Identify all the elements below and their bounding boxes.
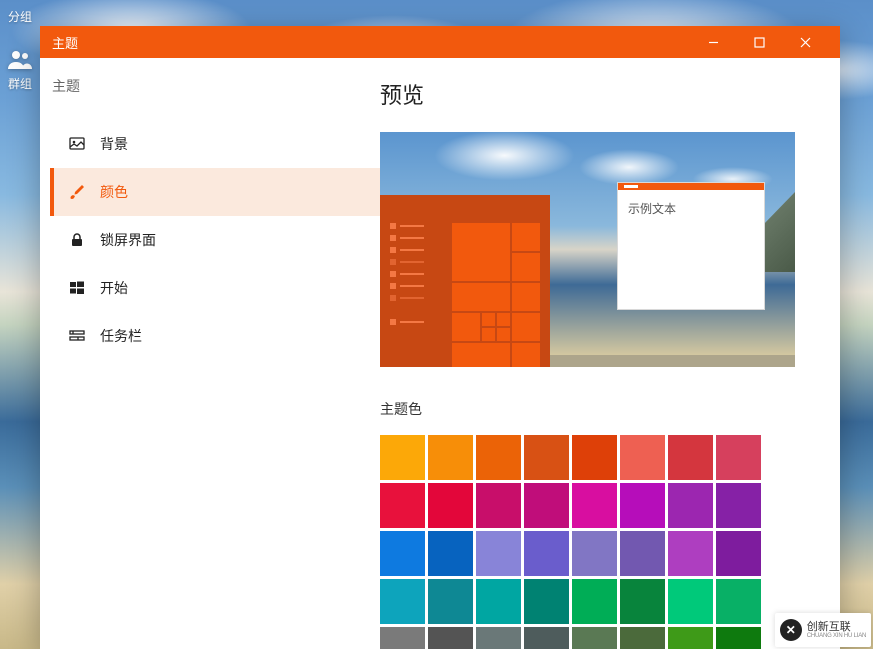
- color-swatch[interactable]: [572, 579, 617, 624]
- color-swatch[interactable]: [620, 531, 665, 576]
- start-icon: [68, 279, 86, 297]
- color-swatch[interactable]: [572, 483, 617, 528]
- color-swatch[interactable]: [572, 435, 617, 480]
- minimize-button[interactable]: [690, 26, 736, 58]
- color-swatch[interactable]: [620, 435, 665, 480]
- color-swatch[interactable]: [476, 531, 521, 576]
- watermark-badge: ✕ 创新互联 CHUANG XIN HU LIAN: [775, 613, 871, 647]
- nav-item-background[interactable]: 背景: [50, 120, 380, 168]
- nav-label: 锁屏界面: [100, 230, 156, 250]
- preview-window-titlebar: [618, 183, 764, 190]
- color-swatch[interactable]: [620, 579, 665, 624]
- nav-item-taskbar[interactable]: 任务栏: [50, 312, 380, 360]
- preview-heading: 预览: [380, 78, 840, 110]
- preview-taskbar: [550, 355, 795, 367]
- color-swatch[interactable]: [428, 483, 473, 528]
- color-swatch[interactable]: [668, 435, 713, 480]
- window-body: 主题 背景 颜色 锁屏界面: [40, 58, 840, 649]
- window-title: 主题: [52, 33, 690, 52]
- color-swatch[interactable]: [476, 483, 521, 528]
- people-icon[interactable]: [8, 49, 32, 69]
- color-swatch[interactable]: [476, 435, 521, 480]
- color-swatch[interactable]: [476, 627, 521, 649]
- app-left-rail: 分组 群组: [0, 0, 40, 649]
- color-swatch[interactable]: [380, 483, 425, 528]
- nav-item-start[interactable]: 开始: [50, 264, 380, 312]
- preview-sample-window: 示例文本: [617, 182, 765, 310]
- color-swatch[interactable]: [380, 579, 425, 624]
- color-swatch[interactable]: [524, 627, 569, 649]
- picture-icon: [68, 135, 86, 153]
- settings-sidebar: 主题 背景 颜色 锁屏界面: [40, 58, 380, 649]
- color-swatch[interactable]: [668, 627, 713, 649]
- nav-label: 背景: [100, 134, 128, 154]
- color-swatch[interactable]: [476, 579, 521, 624]
- sample-text: 示例文本: [618, 190, 764, 227]
- color-swatch[interactable]: [428, 435, 473, 480]
- lock-icon: [68, 231, 86, 249]
- window-controls: [690, 26, 828, 58]
- color-swatch[interactable]: [668, 483, 713, 528]
- color-swatch[interactable]: [524, 531, 569, 576]
- color-swatch[interactable]: [428, 531, 473, 576]
- close-button[interactable]: [782, 26, 828, 58]
- preview-start-tiles: [452, 223, 540, 367]
- color-swatch[interactable]: [716, 531, 761, 576]
- theme-preview: 示例文本: [380, 132, 795, 367]
- color-swatch[interactable]: [380, 627, 425, 649]
- group-partial-label: 分组: [0, 8, 40, 25]
- watermark-logo-icon: ✕: [780, 619, 802, 641]
- color-swatch[interactable]: [668, 531, 713, 576]
- color-swatch[interactable]: [428, 627, 473, 649]
- taskbar-icon: [68, 327, 86, 345]
- color-palette: [380, 435, 795, 649]
- color-swatch[interactable]: [620, 483, 665, 528]
- sidebar-header: 主题: [50, 76, 380, 96]
- color-swatch[interactable]: [716, 435, 761, 480]
- group-label: 群组: [0, 75, 40, 92]
- color-swatch[interactable]: [572, 627, 617, 649]
- watermark-text: 创新互联: [807, 622, 866, 633]
- color-swatch[interactable]: [380, 435, 425, 480]
- watermark-subtext: CHUANG XIN HU LIAN: [807, 633, 866, 639]
- color-swatch[interactable]: [428, 579, 473, 624]
- preview-start-list: [390, 223, 424, 331]
- window-titlebar[interactable]: 主题: [40, 26, 840, 58]
- nav-label: 颜色: [100, 182, 128, 202]
- color-swatch[interactable]: [524, 483, 569, 528]
- nav-item-lockscreen[interactable]: 锁屏界面: [50, 216, 380, 264]
- color-swatch[interactable]: [716, 627, 761, 649]
- nav-label: 任务栏: [100, 326, 142, 346]
- color-swatch[interactable]: [668, 579, 713, 624]
- preview-start-menu: [380, 195, 550, 367]
- theme-settings-window: 主题 主题 背景: [40, 26, 840, 649]
- maximize-button[interactable]: [736, 26, 782, 58]
- color-swatch[interactable]: [572, 531, 617, 576]
- color-swatch[interactable]: [380, 531, 425, 576]
- color-swatch[interactable]: [716, 579, 761, 624]
- color-swatch[interactable]: [524, 579, 569, 624]
- nav-item-color[interactable]: 颜色: [50, 168, 380, 216]
- color-swatch[interactable]: [716, 483, 761, 528]
- brush-icon: [68, 183, 86, 201]
- color-swatch[interactable]: [620, 627, 665, 649]
- content-area: 预览: [380, 58, 840, 649]
- theme-color-label: 主题色: [380, 399, 840, 419]
- nav-label: 开始: [100, 278, 128, 298]
- color-swatch[interactable]: [524, 435, 569, 480]
- nav-list: 背景 颜色 锁屏界面: [50, 120, 380, 360]
